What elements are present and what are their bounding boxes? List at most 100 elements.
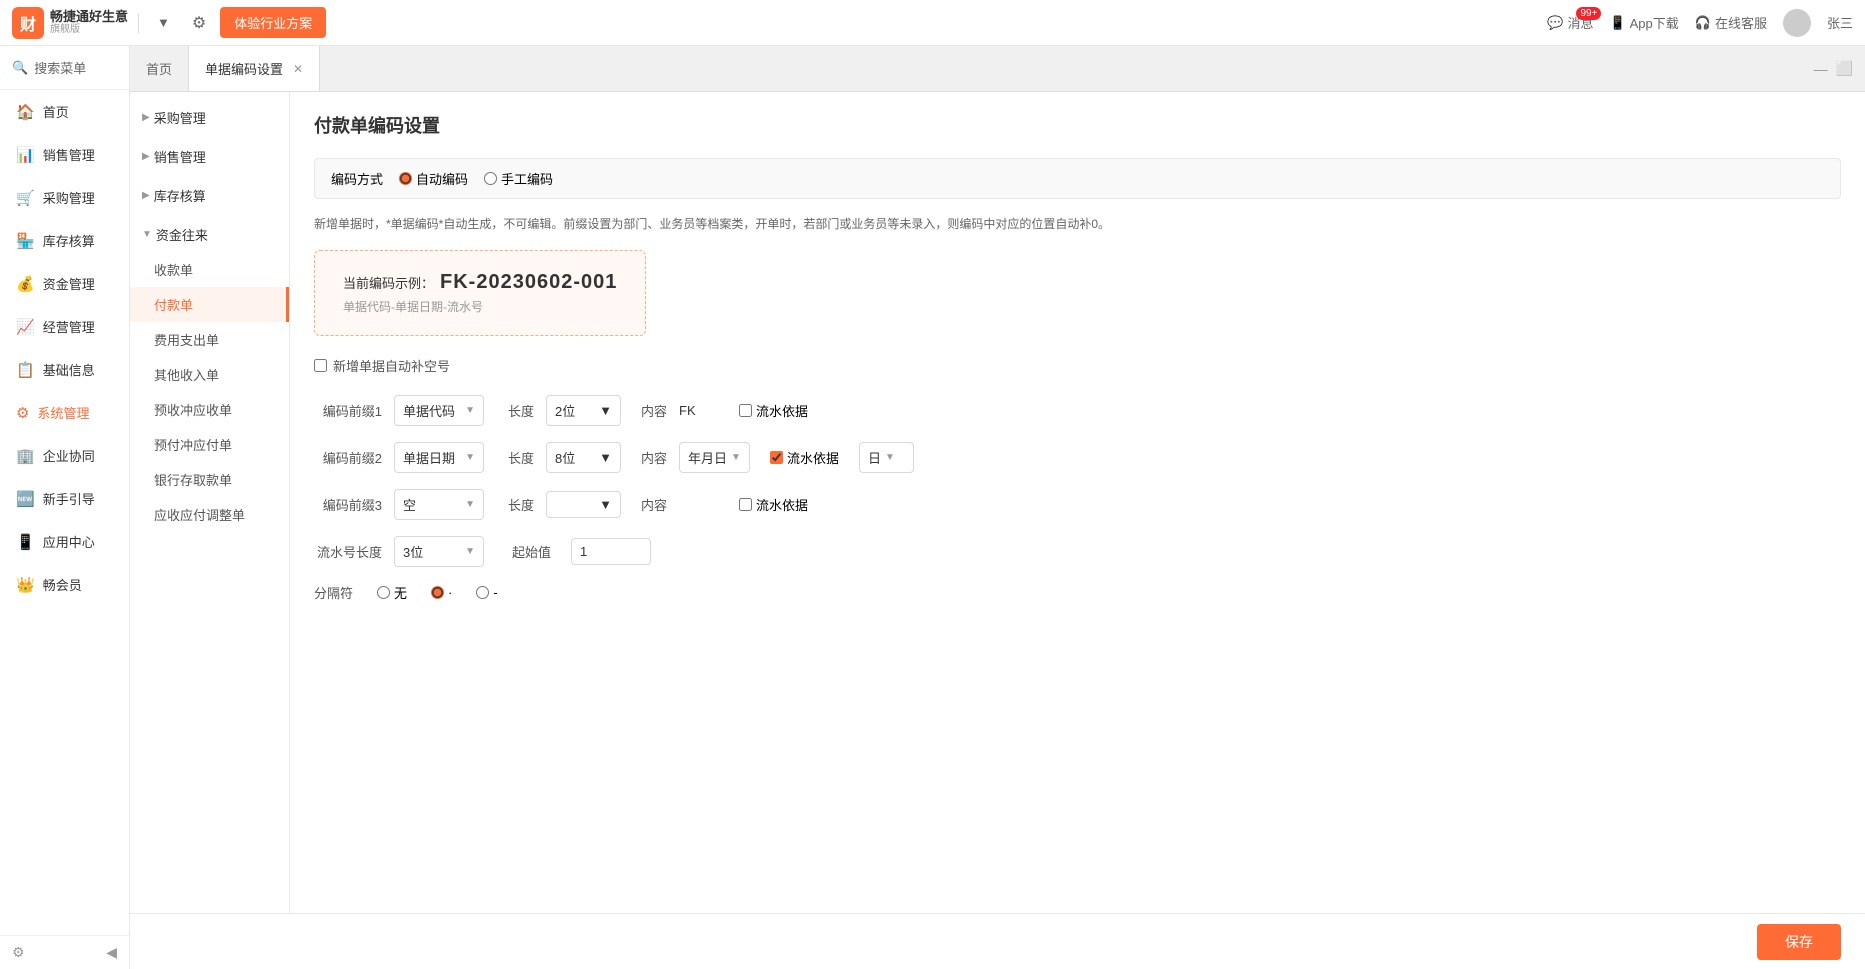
serial-length-select[interactable]: 3位 ▼ [394, 536, 484, 567]
sidebar-item-inventory[interactable]: 🏪 库存核算 [0, 219, 129, 262]
header-left: 财 畅捷通好生意 旗舰版 ▼ ⚙ 体验行业方案 [12, 7, 326, 39]
auto-code-radio-label[interactable]: 自动编码 [399, 169, 468, 188]
sidebar-settings-btn[interactable]: ⚙ [12, 944, 25, 961]
sep-none-radio[interactable] [377, 586, 390, 599]
tab-minimize-btn[interactable]: — [1814, 61, 1828, 77]
manual-code-radio[interactable] [484, 172, 497, 185]
app-download-btn[interactable]: 📱 App下载 [1609, 13, 1678, 32]
sub-menu-item-bank[interactable]: 银行存取款单 [130, 462, 289, 497]
sub-menu-item-prepay-pay[interactable]: 预付冲应付单 [130, 427, 289, 462]
sidebar-item-home-label: 首页 [43, 102, 69, 121]
arrow-purchase: ▶ [142, 112, 150, 123]
sidebar-item-basic[interactable]: 📋 基础信息 [0, 348, 129, 391]
encoding-radio-group: 自动编码 手工编码 [399, 169, 553, 188]
sidebar-item-enterprise[interactable]: 🏢 企业协同 [0, 434, 129, 477]
sidebar-item-finance[interactable]: 💰 资金管理 [0, 262, 129, 305]
sidebar-item-guide[interactable]: 🆕 新手引导 [0, 477, 129, 520]
prefix2-row: 编码前缀2 单据日期 ▼ 长度 8位 ▼ 内容 年月日 ▼ [314, 442, 1841, 473]
user-name: 张三 [1827, 13, 1853, 32]
sep-dash-radio[interactable] [476, 586, 489, 599]
online-service-btn[interactable]: 🎧 在线客服 [1695, 13, 1767, 32]
msg-icon: 💬 [1547, 15, 1563, 31]
sidebar-item-system-label: 系统管理 [37, 403, 89, 422]
sub-menu-item-other-income[interactable]: 其他收入单 [130, 357, 289, 392]
sidebar-item-enterprise-label: 企业协同 [43, 446, 95, 465]
sep-dash-text: - [493, 585, 497, 600]
length1-select[interactable]: 2位 ▼ [546, 395, 621, 426]
search-menu-btn[interactable]: 🔍 搜索菜单 [8, 54, 121, 81]
serial-length-arrow-icon: ▼ [465, 546, 475, 557]
length2-value: 8位 [555, 448, 575, 467]
online-service-label: 在线客服 [1715, 13, 1767, 32]
logo-text: 畅捷通好生意 旗舰版 [50, 9, 128, 37]
finance-icon: 💰 [16, 275, 35, 293]
manual-code-label: 手工编码 [501, 169, 553, 188]
start-value-input[interactable] [571, 538, 651, 565]
home-icon: 🏠 [16, 103, 35, 121]
sidebar-item-purchase[interactable]: 🛒 采购管理 [0, 176, 129, 219]
sidebar-item-sales[interactable]: 📊 销售管理 [0, 133, 129, 176]
sidebar-item-system[interactable]: ⚙ 系统管理 [0, 391, 129, 434]
prefix2-select[interactable]: 单据日期 ▼ [394, 442, 484, 473]
tab-bar-actions: — ⬜ [1814, 60, 1865, 77]
tab-serial-setting[interactable]: 单据编码设置 ✕ [189, 46, 320, 91]
serial2-label: 流水依据 [787, 448, 839, 467]
auto-code-radio[interactable] [399, 172, 412, 185]
sidebar-item-member-label: 畅会员 [43, 575, 82, 594]
serial-length-label: 流水号长度 [314, 542, 382, 561]
sidebar-item-operation[interactable]: 📈 经营管理 [0, 305, 129, 348]
tab-maximize-btn[interactable]: ⬜ [1836, 60, 1853, 77]
user-avatar[interactable] [1783, 9, 1811, 37]
prefix1-select[interactable]: 单据代码 ▼ [394, 395, 484, 426]
serial2-checkbox[interactable] [770, 451, 783, 464]
length3-select[interactable]: ▼ [546, 491, 621, 518]
auto-fill-checkbox[interactable] [314, 359, 327, 372]
message-btn[interactable]: 💬 消息 99+ [1547, 13, 1593, 32]
tab-home-label: 首页 [146, 59, 172, 78]
sep-none-label[interactable]: 无 [377, 583, 407, 602]
sub-menu-inventory-label: 库存核算 [154, 186, 206, 205]
trial-btn[interactable]: 体验行业方案 [220, 7, 326, 38]
sep-none-text: 无 [394, 583, 407, 602]
sub-sidebar: ▶ 采购管理 ▶ 销售管理 ▶ 库存核算 [130, 92, 290, 913]
sub-menu-item-expense[interactable]: 费用支出单 [130, 322, 289, 357]
content2-select[interactable]: 年月日 ▼ [679, 442, 750, 473]
sidebar-item-appcenter[interactable]: 📱 应用中心 [0, 520, 129, 563]
day-select[interactable]: 日 ▼ [859, 442, 914, 473]
sub-menu-header-purchase[interactable]: ▶ 采购管理 [130, 100, 289, 135]
prefix1-label: 编码前缀1 [314, 401, 382, 420]
length2-select[interactable]: 8位 ▼ [546, 442, 621, 473]
sub-menu-item-adjust[interactable]: 应收应付调整单 [130, 497, 289, 532]
sep-dot-label[interactable]: · [431, 585, 452, 600]
sub-menu-funds-label: 资金往来 [156, 225, 208, 244]
save-button[interactable]: 保存 [1757, 924, 1841, 960]
sidebar-item-home[interactable]: 🏠 首页 [0, 90, 129, 133]
bottom-bar: 保存 [130, 913, 1865, 969]
sidebar: 🔍 搜索菜单 🏠 首页 📊 销售管理 🛒 采购管理 🏪 库存核算 💰 [0, 46, 130, 969]
sub-menu-item-prepay-receive[interactable]: 预收冲应收单 [130, 392, 289, 427]
sub-menu-sales: ▶ 销售管理 [130, 139, 289, 174]
serial3-checkbox[interactable] [739, 498, 752, 511]
sep-dash-label[interactable]: - [476, 585, 497, 600]
serial1-checkbox[interactable] [739, 404, 752, 417]
system-icon: ⚙ [16, 404, 29, 422]
tab-close-btn[interactable]: ✕ [293, 62, 303, 76]
sidebar-item-operation-label: 经营管理 [43, 317, 95, 336]
nav-dropdown-btn[interactable]: ▼ [149, 11, 178, 34]
sidebar-collapse-btn[interactable]: ◀ [106, 944, 117, 961]
sep-dot-radio[interactable] [431, 586, 444, 599]
sidebar-nav: 🏠 首页 📊 销售管理 🛒 采购管理 🏪 库存核算 💰 资金管理 📈 经 [0, 90, 129, 935]
manual-code-radio-label[interactable]: 手工编码 [484, 169, 553, 188]
sub-menu-header-inventory[interactable]: ▶ 库存核算 [130, 178, 289, 213]
sub-menu-item-payment[interactable]: 付款单 [130, 287, 289, 322]
prefix1-row: 编码前缀1 单据代码 ▼ 长度 2位 ▼ 内容 FK 流水依据 [314, 395, 1841, 426]
main-content: 付款单编码设置 编码方式 自动编码 手工编码 [290, 92, 1865, 913]
sub-menu-header-funds[interactable]: ▼ 资金往来 [130, 217, 289, 252]
sub-menu-header-sales[interactable]: ▶ 销售管理 [130, 139, 289, 174]
prefix3-select[interactable]: 空 ▼ [394, 489, 484, 520]
logo-icon: 财 [12, 7, 44, 39]
header-settings-btn[interactable]: ⚙ [188, 9, 210, 37]
tab-home[interactable]: 首页 [130, 46, 189, 91]
sub-menu-item-receipt[interactable]: 收款单 [130, 252, 289, 287]
sidebar-item-member[interactable]: 👑 畅会员 [0, 563, 129, 606]
